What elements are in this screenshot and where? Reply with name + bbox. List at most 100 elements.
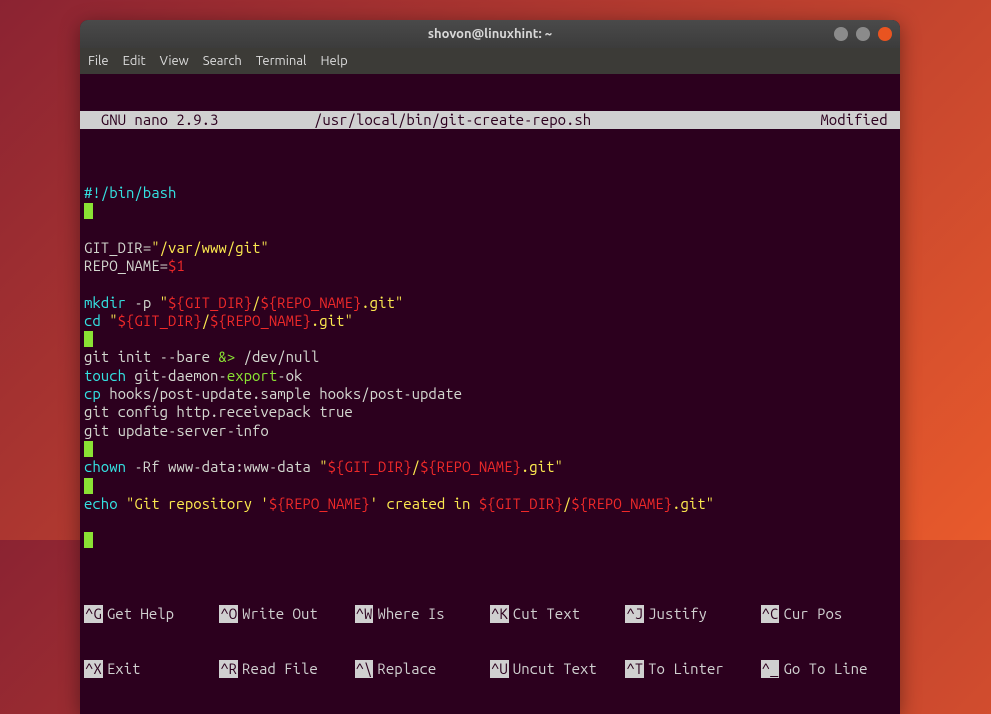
shortcut-label: Exit (103, 660, 141, 678)
code-cmd: cd (84, 312, 101, 329)
shortcut-label: Justify (644, 605, 707, 623)
shortcut-label: Replace (373, 660, 436, 678)
shortcut-uncut-text[interactable]: ^UUncut Text (490, 660, 625, 678)
code-var: ${REPO_NAME} (571, 495, 672, 512)
code-cmd: touch (84, 367, 126, 384)
code-text: git update-server-info (84, 422, 269, 439)
code-var: ${GIT_DIR} (118, 312, 202, 329)
shortcut-cut-text[interactable]: ^KCut Text (490, 605, 625, 623)
menu-search[interactable]: Search (203, 54, 242, 68)
code-var: ${GIT_DIR} (479, 495, 563, 512)
code-text: = (160, 257, 168, 274)
shebang-line: #!/bin/bash (84, 184, 176, 201)
code-string: / (563, 495, 571, 512)
code-text: = (143, 239, 151, 256)
shortcut-label: Get Help (103, 605, 174, 623)
shortcut-read-file[interactable]: ^RRead File (219, 660, 354, 678)
code-text: www-data (244, 458, 320, 475)
code-text: git-daemon- (126, 367, 227, 384)
code-string: .git" (672, 495, 714, 512)
maximize-icon[interactable] (856, 27, 870, 41)
code-var: ${REPO_NAME} (260, 294, 361, 311)
code-text: REPO_NAME (84, 257, 160, 274)
shortcut-label: Write Out (238, 605, 318, 623)
menu-help[interactable]: Help (320, 54, 347, 68)
shortcut-go-to-line[interactable]: ^_Go To Line (761, 660, 896, 678)
shortcut-key: ^C (761, 605, 780, 623)
shortcut-row-2: ^XExit ^RRead File ^\Replace ^UUncut Tex… (80, 660, 900, 678)
shortcut-exit[interactable]: ^XExit (84, 660, 219, 678)
shortcut-write-out[interactable]: ^OWrite Out (219, 605, 354, 623)
title-bar: shovon@linuxhint: ~ (80, 20, 900, 48)
shortcut-get-help[interactable]: ^GGet Help (84, 605, 219, 623)
shortcut-key: ^U (490, 660, 509, 678)
terminal-body[interactable]: GNU nano 2.9.3 /usr/local/bin/git-create… (80, 74, 900, 714)
shortcut-label: Go To Line (779, 660, 867, 678)
shortcut-key: ^W (355, 605, 374, 623)
code-text: -Rf www-data (126, 458, 235, 475)
menu-view[interactable]: View (160, 54, 189, 68)
code-text (101, 312, 109, 329)
terminal-window: shovon@linuxhint: ~ File Edit View Searc… (80, 20, 900, 714)
shortcut-key: ^T (625, 660, 644, 678)
code-text: GIT_DIR (84, 239, 143, 256)
shortcut-label: Cut Text (509, 605, 580, 623)
code-text (118, 495, 126, 512)
cursor-block (84, 441, 93, 457)
shortcut-key: ^O (219, 605, 238, 623)
window-controls (834, 27, 892, 41)
code-text: -p (126, 294, 160, 311)
shortcut-key: ^K (490, 605, 509, 623)
code-var: ${REPO_NAME} (269, 495, 370, 512)
code-text: git config http.receivepack true (84, 403, 353, 420)
cursor-block (84, 532, 93, 548)
code-var: $1 (168, 257, 185, 274)
shortcut-row-1: ^GGet Help ^OWrite Out ^WWhere Is ^KCut … (80, 605, 900, 623)
code-var: ${REPO_NAME} (420, 458, 521, 475)
nano-version: GNU nano 2.9.3 (84, 111, 264, 129)
menu-terminal[interactable]: Terminal (256, 54, 307, 68)
code-text: /dev/null (235, 348, 319, 365)
shortcut-key: ^_ (761, 660, 780, 678)
code-cmd: echo (84, 495, 118, 512)
code-var: ${GIT_DIR} (168, 294, 252, 311)
menu-edit[interactable]: Edit (123, 54, 146, 68)
code-cmd: cp (84, 385, 101, 402)
minimize-icon[interactable] (834, 27, 848, 41)
code-kw: export (227, 367, 277, 384)
code-string: .git" (521, 458, 563, 475)
code-cmd: chown (84, 458, 126, 475)
code-string: "Git repository ' (126, 495, 269, 512)
cursor-block (84, 331, 93, 347)
shortcut-key: ^\ (355, 660, 374, 678)
nano-filepath: /usr/local/bin/git-create-repo.sh (264, 111, 820, 129)
shortcut-cur-pos[interactable]: ^CCur Pos (761, 605, 896, 623)
shortcut-label: Read File (238, 660, 318, 678)
code-text: : (235, 458, 243, 475)
code-var: ${REPO_NAME} (210, 312, 311, 329)
code-var: ${GIT_DIR} (328, 458, 412, 475)
nano-status: Modified (820, 111, 896, 129)
window-title: shovon@linuxhint: ~ (428, 27, 552, 41)
nano-header: GNU nano 2.9.3 /usr/local/bin/git-create… (80, 111, 900, 129)
code-op: &> (218, 348, 235, 365)
close-icon[interactable] (878, 27, 892, 41)
code-string: "/var/www/git" (151, 239, 269, 256)
menu-file[interactable]: File (88, 54, 109, 68)
code-string: " (160, 294, 168, 311)
editor-content[interactable]: #!/bin/bash GIT_DIR="/var/www/git" REPO_… (80, 165, 900, 568)
shortcut-key: ^J (625, 605, 644, 623)
code-string: ' created in (370, 495, 479, 512)
shortcut-to-linter[interactable]: ^TTo Linter (625, 660, 760, 678)
code-text: hooks/post-update.sample hooks/post-upda… (101, 385, 462, 402)
shortcut-where-is[interactable]: ^WWhere Is (355, 605, 490, 623)
shortcut-replace[interactable]: ^\Replace (355, 660, 490, 678)
code-string: / (202, 312, 210, 329)
shortcut-justify[interactable]: ^JJustify (625, 605, 760, 623)
code-string: " (319, 458, 327, 475)
code-string: .git" (361, 294, 403, 311)
shortcut-label: Uncut Text (509, 660, 597, 678)
shortcut-key: ^G (84, 605, 103, 623)
shortcut-label: Where Is (373, 605, 444, 623)
shortcut-key: ^X (84, 660, 103, 678)
